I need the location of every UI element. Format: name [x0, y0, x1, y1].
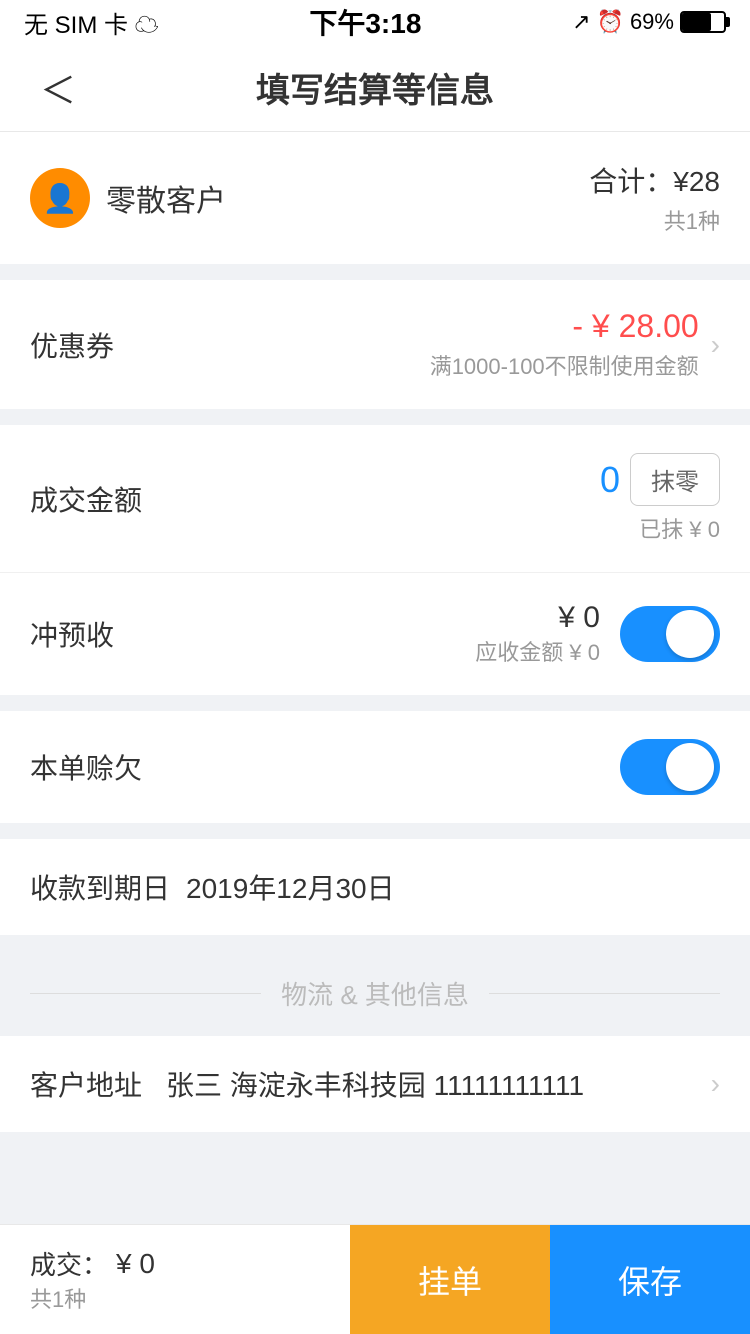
avatar: 👤: [30, 168, 90, 228]
coupon-label: 优惠券: [30, 325, 114, 365]
debit-row: 本单赊欠: [0, 711, 750, 823]
address-label: 客户地址: [30, 1064, 142, 1104]
deal-amount-value[interactable]: 0: [600, 459, 620, 501]
customer-total: 合计：¥28: [589, 160, 720, 200]
deal-amount-label: 成交金额: [30, 479, 142, 519]
customer-row: 👤 零散客户 合计：¥28 共1种: [0, 132, 750, 264]
logistics-section-label: 物流 & 其他信息: [0, 951, 750, 1036]
logistics-label-text: 物流 & 其他信息: [281, 975, 469, 1012]
customer-name: 零散客户: [106, 176, 226, 220]
alarm-icon: ⏰: [597, 9, 624, 35]
hang-button[interactable]: 挂单: [350, 1225, 550, 1334]
due-date-value: 2019年12月30日: [186, 867, 395, 907]
battery-percent: 69%: [630, 9, 674, 35]
prepayment-row: 冲预收 ¥ 0 应收金额 ¥ 0: [0, 573, 750, 695]
save-button[interactable]: 保存: [550, 1225, 750, 1334]
coupon-sub: 满1000-100不限制使用金额: [430, 349, 699, 381]
prepayment-toggle[interactable]: [620, 606, 720, 662]
address-card[interactable]: 客户地址 张三 海淀永丰科技园 11111111111 ›: [0, 1036, 750, 1132]
round-zero-button[interactable]: 抹零: [630, 453, 720, 506]
address-row[interactable]: 客户地址 张三 海淀永丰科技园 11111111111 ›: [0, 1036, 750, 1132]
bottom-info: 成交： ¥ 0 共1种: [0, 1225, 350, 1334]
prepayment-label: 冲预收: [30, 614, 114, 654]
status-bar-right: ↗ ⏰ 69%: [572, 9, 726, 35]
address-value: 张三 海淀永丰科技园 11111111111: [166, 1064, 711, 1104]
customer-info: 👤 零散客户: [30, 168, 226, 228]
bottom-count: 共1种: [30, 1282, 320, 1314]
status-bar-time: 下午3:18: [309, 2, 421, 42]
status-bar-left: 无 SIM 卡 ☁: [24, 5, 159, 40]
customer-summary: 合计：¥28 共1种: [589, 160, 720, 236]
bottom-deal-label: 成交：: [30, 1245, 108, 1282]
prepayment-sub: 应收金额 ¥ 0: [475, 635, 600, 667]
location-icon: ↗: [572, 9, 590, 35]
coupon-card[interactable]: 优惠券 - ¥ 28.00 满1000-100不限制使用金额 ›: [0, 280, 750, 409]
bottom-deal: 成交： ¥ 0: [30, 1245, 320, 1282]
battery-icon: [680, 11, 726, 33]
status-bar: 无 SIM 卡 ☁ 下午3:18 ↗ ⏰ 69%: [0, 0, 750, 44]
deal-amount-sub: 已抹 ¥ 0: [600, 512, 720, 544]
bottom-bar: 成交： ¥ 0 共1种 挂单 保存: [0, 1224, 750, 1334]
due-date-card: 收款到期日 2019年12月30日: [0, 839, 750, 935]
debit-label: 本单赊欠: [30, 747, 142, 787]
debit-card: 本单赊欠: [0, 711, 750, 823]
due-date-row: 收款到期日 2019年12月30日: [0, 839, 750, 935]
toggle-knob: [666, 610, 714, 658]
debit-toggle-knob: [666, 743, 714, 791]
amounts-card: 成交金额 0 抹零 已抹 ¥ 0 冲预收 ¥ 0 应收金额 ¥ 0: [0, 425, 750, 695]
customer-card: 👤 零散客户 合计：¥28 共1种: [0, 132, 750, 264]
prepayment-value: ¥ 0: [475, 601, 600, 635]
back-button[interactable]: ＜: [30, 52, 86, 124]
due-date-label: 收款到期日: [30, 867, 170, 907]
coupon-right: - ¥ 28.00 满1000-100不限制使用金额 ›: [430, 308, 720, 381]
avatar-icon: 👤: [43, 182, 78, 215]
chevron-right-icon: ›: [711, 329, 720, 361]
address-chevron-icon: ›: [711, 1068, 720, 1100]
main-content: 👤 零散客户 合计：¥28 共1种 优惠券 - ¥ 28.00 满1000-10…: [0, 132, 750, 1268]
deal-amount-row: 成交金额 0 抹零 已抹 ¥ 0: [0, 425, 750, 573]
coupon-value: - ¥ 28.00: [430, 308, 699, 345]
bottom-deal-value: ¥ 0: [116, 1248, 155, 1280]
coupon-row[interactable]: 优惠券 - ¥ 28.00 满1000-100不限制使用金额 ›: [0, 280, 750, 409]
nav-bar: ＜ 填写结算等信息: [0, 44, 750, 132]
debit-toggle[interactable]: [620, 739, 720, 795]
customer-count: 共1种: [589, 204, 720, 236]
sim-wifi-text: 无 SIM 卡 ☁: [24, 5, 159, 40]
page-title: 填写结算等信息: [256, 63, 494, 112]
